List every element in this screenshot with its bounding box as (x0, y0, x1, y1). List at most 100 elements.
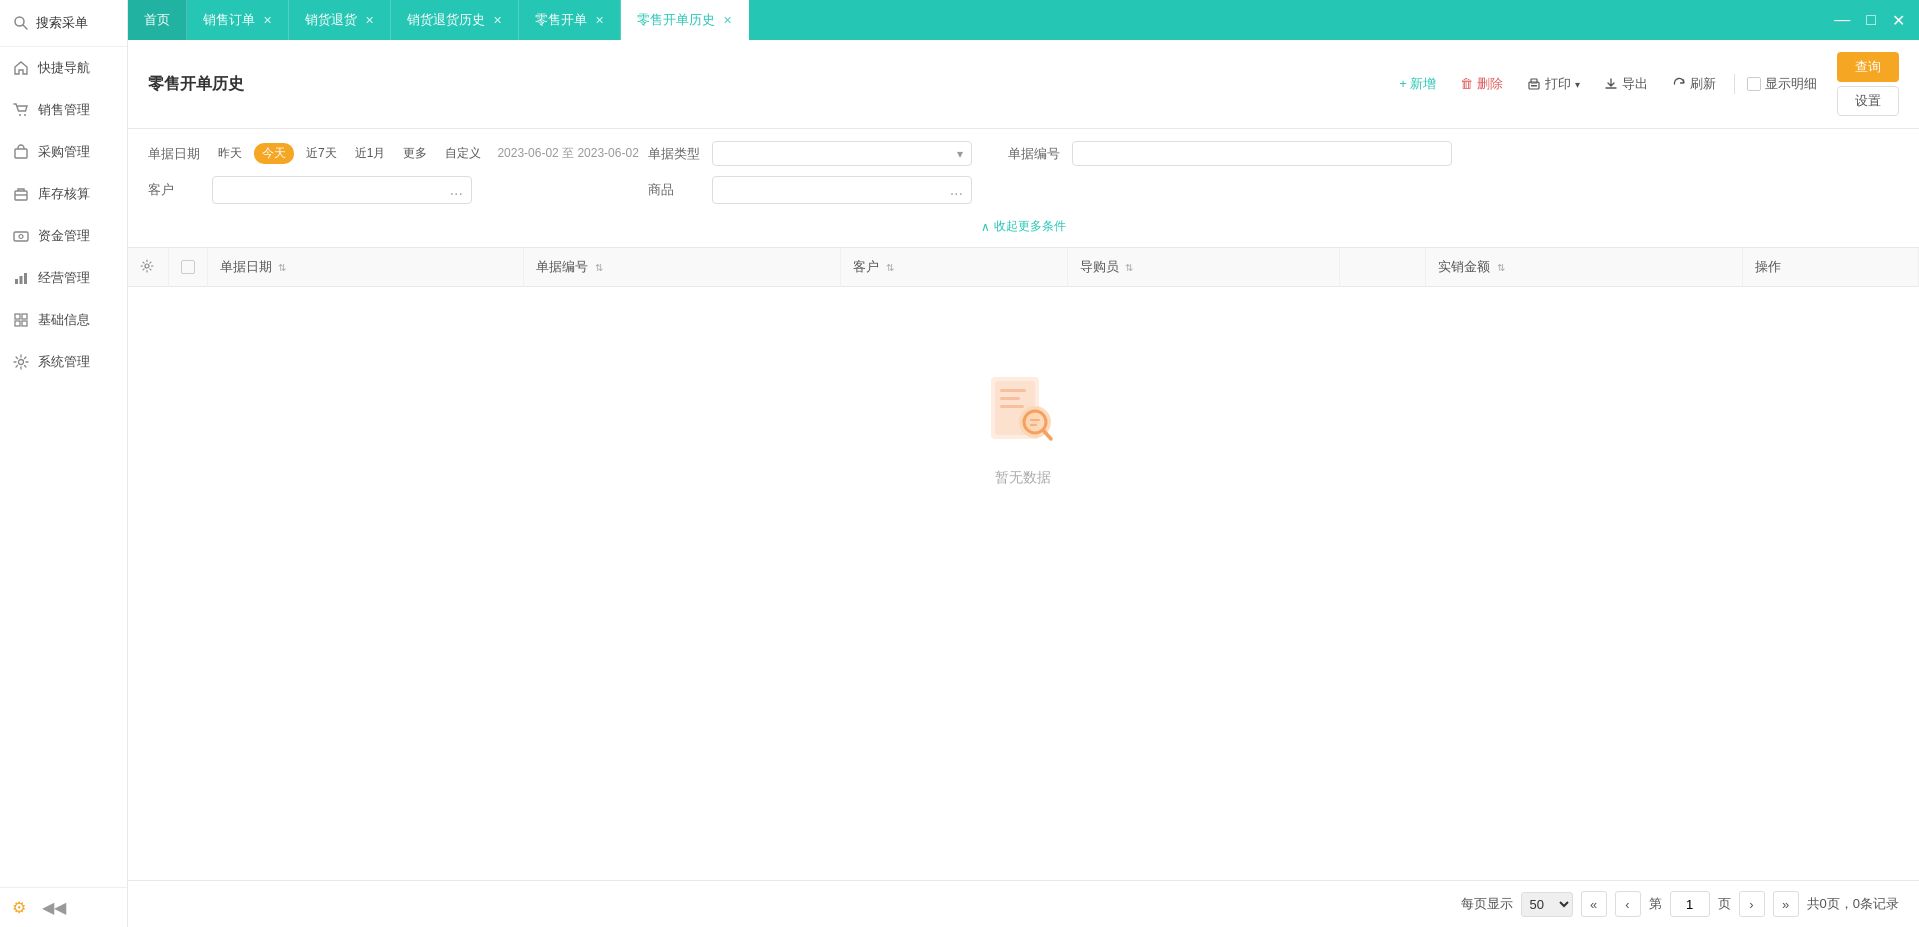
settings-bottom-btn[interactable]: ⚙ (12, 898, 26, 917)
tab-sales-return-history[interactable]: 销货退货历史 ✕ (391, 0, 519, 40)
maximize-btn[interactable]: □ (1862, 7, 1880, 33)
next-page-icon: › (1749, 897, 1753, 912)
gear-icon (12, 353, 30, 371)
th-customer-label: 客户 (853, 259, 879, 274)
per-page-select[interactable]: 50 10 20 100 (1521, 892, 1573, 917)
show-detail-toggle[interactable]: 显示明细 (1747, 75, 1817, 93)
add-button[interactable]: + 新增 (1393, 71, 1442, 97)
th-amount[interactable]: 实销金额 ⇅ (1425, 248, 1742, 287)
close-btn[interactable]: ✕ (1888, 7, 1909, 34)
prev-page-icon: ‹ (1625, 897, 1629, 912)
tab-label: 零售开单历史 (637, 11, 715, 29)
filter-docnum-group: 单据编号 (1008, 141, 1899, 166)
svg-rect-13 (22, 314, 27, 319)
tab-close-icon[interactable]: ✕ (493, 14, 502, 27)
svg-rect-4 (15, 149, 27, 158)
chart-icon (12, 269, 30, 287)
tab-sales-order[interactable]: 销售订单 ✕ (187, 0, 289, 40)
delete-button[interactable]: 🗑 删除 (1454, 71, 1509, 97)
sidebar-item-sales-mgmt[interactable]: 销售管理 (0, 89, 127, 131)
toolbar-divider (1734, 74, 1735, 94)
show-detail-checkbox[interactable] (1747, 77, 1761, 91)
tab-close-icon[interactable]: ✕ (365, 14, 374, 27)
cart-icon (12, 101, 30, 119)
tab-retail-open-history[interactable]: 零售开单历史 ✕ (621, 0, 749, 40)
tab-retail-open[interactable]: 零售开单 ✕ (519, 0, 621, 40)
box-icon (12, 185, 30, 203)
date-btn-1month[interactable]: 近1月 (349, 143, 392, 164)
per-page-label: 每页显示 (1461, 895, 1513, 913)
th-salesman[interactable]: 导购员 ⇅ (1067, 248, 1339, 287)
date-btn-7days[interactable]: 近7天 (300, 143, 343, 164)
collapse-bar[interactable]: ∧ 收起更多条件 (148, 214, 1899, 237)
customer-label: 客户 (148, 181, 204, 199)
date-btn-more[interactable]: 更多 (397, 143, 433, 164)
settings-button[interactable]: 设置 (1837, 86, 1899, 116)
th-date[interactable]: 单据日期 ⇅ (207, 248, 524, 287)
first-page-btn[interactable]: « (1581, 891, 1607, 917)
sidebar-item-finance[interactable]: 资金管理 (0, 215, 127, 257)
table-area: 单据日期 ⇅ 单据编号 ⇅ 客户 ⇅ 导购员 ⇅ (128, 248, 1919, 880)
filter-customer-group: 客户 ... (148, 176, 648, 204)
type-select[interactable]: ▾ (712, 141, 972, 166)
th-ops-label: 操作 (1755, 259, 1781, 274)
sidebar-item-basic-info[interactable]: 基础信息 (0, 299, 127, 341)
total-info: 共0页，0条记录 (1807, 895, 1899, 913)
show-detail-label: 显示明细 (1765, 75, 1817, 93)
svg-rect-7 (14, 232, 28, 241)
tab-close-icon[interactable]: ✕ (723, 14, 732, 27)
sidebar-item-ops-mgmt[interactable]: 经营管理 (0, 257, 127, 299)
sidebar-item-inventory[interactable]: 库存核算 (0, 173, 127, 215)
next-page-btn[interactable]: › (1739, 891, 1765, 917)
minimize-btn[interactable]: — (1830, 7, 1854, 33)
sidebar-item-sys-mgmt[interactable]: 系统管理 (0, 341, 127, 383)
tab-sales-return[interactable]: 销货退货 ✕ (289, 0, 391, 40)
tab-close-icon[interactable]: ✕ (595, 14, 604, 27)
filter-row-2: 客户 ... 商品 ... (148, 176, 1899, 204)
goods-input[interactable]: ... (712, 176, 972, 204)
th-number[interactable]: 单据编号 ⇅ (524, 248, 841, 287)
query-button[interactable]: 查询 (1837, 52, 1899, 82)
print-label: 打印 (1545, 75, 1571, 93)
sidebar-item-quick-nav[interactable]: 快捷导航 (0, 47, 127, 89)
sidebar-search[interactable]: 搜索采单 (0, 0, 127, 47)
page-prefix: 第 (1649, 895, 1662, 913)
customer-input[interactable]: ... (212, 176, 472, 204)
first-page-icon: « (1590, 897, 1597, 912)
sidebar-item-label: 快捷导航 (38, 59, 90, 77)
filter-date-group: 单据日期 昨天 今天 近7天 近1月 更多 自定义 2023-06-02 至 2… (148, 143, 648, 164)
print-button[interactable]: 打印 ▾ (1521, 71, 1586, 97)
sort-icon: ⇅ (1125, 262, 1133, 273)
sidebar-item-label: 系统管理 (38, 353, 90, 371)
goods-dots: ... (950, 181, 963, 199)
docnum-label: 单据编号 (1008, 145, 1064, 163)
collapse-btn[interactable]: ◀◀ (42, 898, 66, 917)
th-ops: 操作 (1742, 248, 1918, 287)
docnum-input[interactable] (1072, 141, 1452, 166)
svg-rect-19 (1531, 85, 1537, 87)
refresh-button[interactable]: 刷新 (1666, 71, 1722, 97)
export-button[interactable]: 导出 (1598, 71, 1654, 97)
sort-icon: ⇅ (1497, 262, 1505, 273)
date-btn-custom[interactable]: 自定义 (439, 143, 487, 164)
goods-label: 商品 (648, 181, 704, 199)
th-spacer (1339, 248, 1425, 287)
th-check[interactable] (168, 248, 207, 287)
date-btn-today[interactable]: 今天 (254, 143, 294, 164)
sidebar-item-label: 采购管理 (38, 143, 90, 161)
th-gear[interactable] (128, 248, 168, 287)
tab-home[interactable]: 首页 (128, 0, 187, 40)
table-header-row: 单据日期 ⇅ 单据编号 ⇅ 客户 ⇅ 导购员 ⇅ (128, 248, 1919, 287)
svg-rect-11 (24, 273, 27, 284)
filter-row-1: 单据日期 昨天 今天 近7天 近1月 更多 自定义 2023-06-02 至 2… (148, 141, 1899, 166)
page-number-input[interactable] (1670, 891, 1710, 917)
sidebar-item-purchase-mgmt[interactable]: 采购管理 (0, 131, 127, 173)
home-icon (12, 59, 30, 77)
last-page-btn[interactable]: » (1773, 891, 1799, 917)
tab-close-icon[interactable]: ✕ (263, 14, 272, 27)
date-btn-yesterday[interactable]: 昨天 (212, 143, 248, 164)
svg-point-8 (19, 235, 23, 239)
prev-page-btn[interactable]: ‹ (1615, 891, 1641, 917)
page-header: 零售开单历史 + 新增 🗑 删除 打印 ▾ 导出 刷新 (128, 40, 1919, 129)
th-customer[interactable]: 客户 ⇅ (840, 248, 1067, 287)
